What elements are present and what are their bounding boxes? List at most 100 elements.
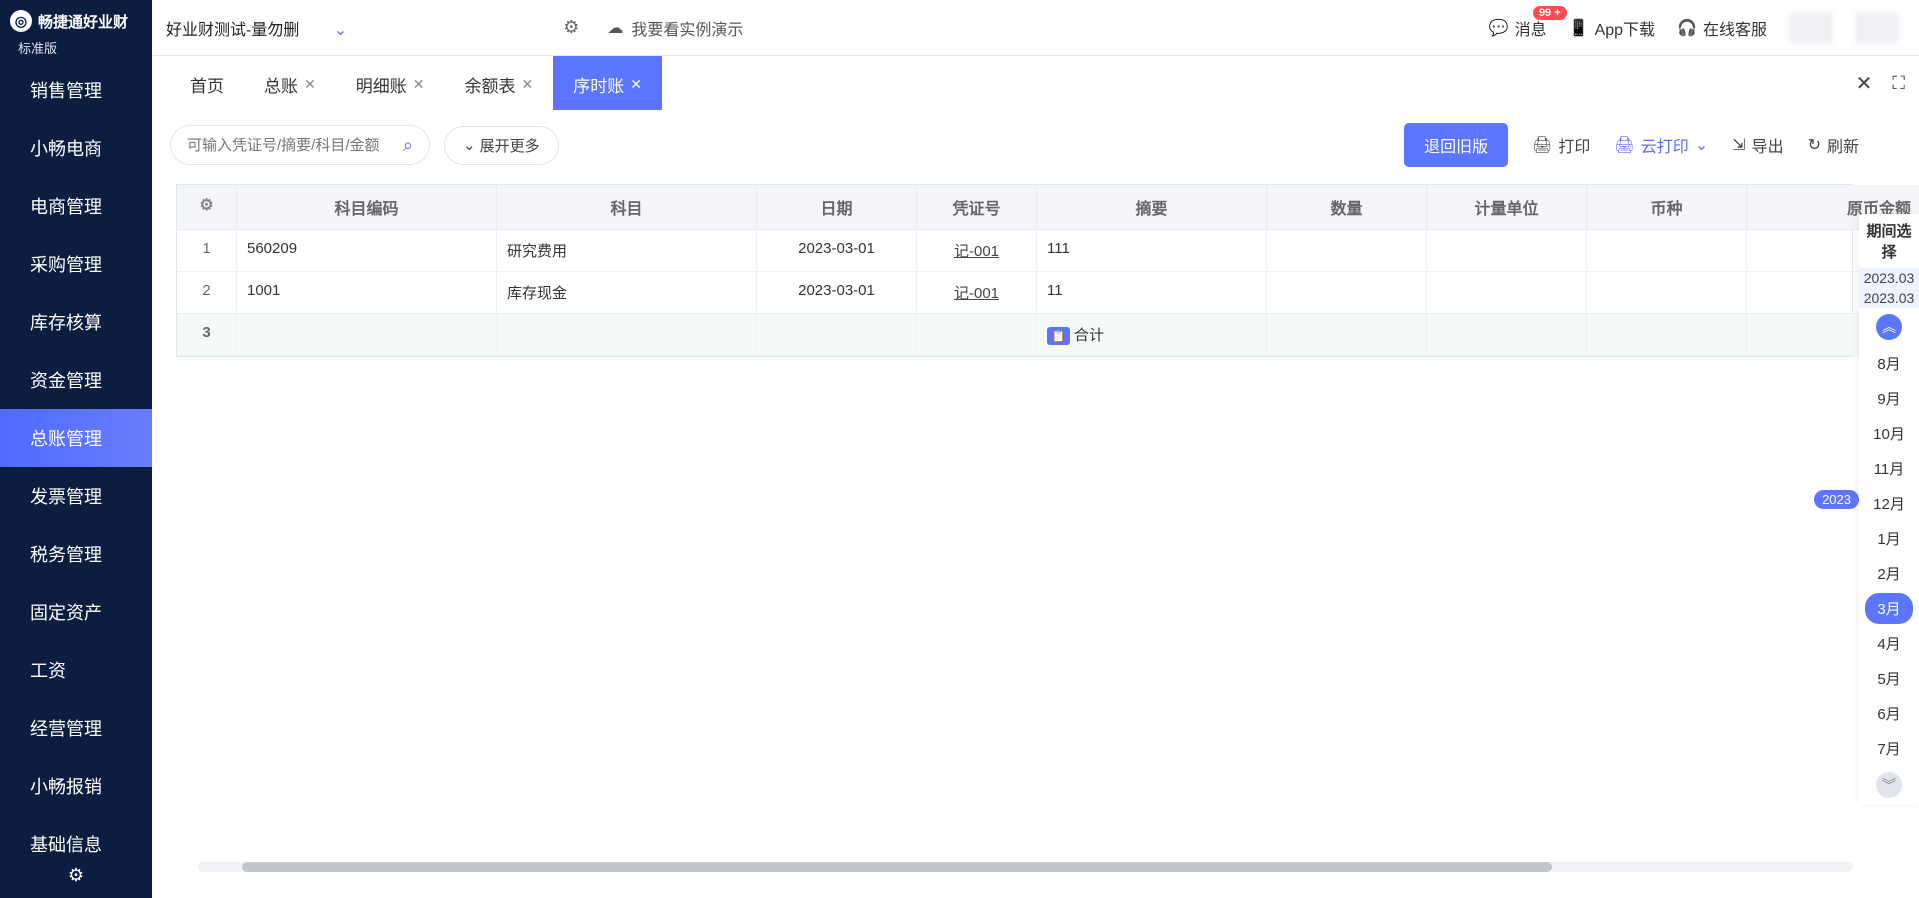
messages-button[interactable]: 💬 消息 99 + xyxy=(1489,16,1547,40)
org-name-text: 好业财测试-量勿删 xyxy=(166,22,299,39)
tab[interactable]: 余额表✕ xyxy=(444,56,553,110)
month-option[interactable]: 3月 xyxy=(1865,593,1913,624)
download-button[interactable]: 📱 App下载 xyxy=(1569,16,1655,40)
close-icon[interactable]: ✕ xyxy=(1856,71,1873,96)
month-option[interactable]: 8月 xyxy=(1859,346,1919,381)
printer-icon: 🖨 xyxy=(1532,135,1552,155)
month-option[interactable]: 12月 xyxy=(1859,486,1919,521)
search-icon[interactable]: ⌕ xyxy=(403,135,413,156)
sidebar-item[interactable]: 经营管理 xyxy=(0,699,152,757)
brand-text: 畅捷通好业财 xyxy=(38,11,128,32)
brand-logo-icon: ◎ xyxy=(10,10,32,32)
chevron-down-icon[interactable]: ⌄ xyxy=(334,22,347,39)
period-title: 期间选择 xyxy=(1859,214,1919,268)
avatar-alt[interactable] xyxy=(1855,13,1899,43)
nav-list: 销售管理小畅电商电商管理采购管理库存核算资金管理总账管理发票管理税务管理固定资产… xyxy=(0,61,152,873)
phone-icon: 📱 xyxy=(1569,18,1589,38)
period-to[interactable]: 2023.03 xyxy=(1859,288,1919,308)
header: 好业财测试-量勿删 ⌄ ⚙ ☁ 我要看实例演示 💬 消息 99 + 📱 App下… xyxy=(152,0,1919,56)
tab-close-icon[interactable]: ✕ xyxy=(630,76,642,93)
tabs-right: ✕ ⛶ xyxy=(1856,71,1919,96)
chevron-down-icon[interactable]: ︾ xyxy=(1876,772,1902,798)
month-option[interactable]: 9月 xyxy=(1859,381,1919,416)
col-voucher[interactable]: 凭证号 xyxy=(917,185,1037,230)
export-button[interactable]: ⇲ 导出 xyxy=(1732,133,1783,157)
month-option[interactable]: 1月 xyxy=(1859,521,1919,556)
month-option[interactable]: 4月 xyxy=(1859,626,1919,661)
tab[interactable]: 明细账✕ xyxy=(336,56,445,110)
tab-close-icon[interactable]: ✕ xyxy=(521,76,533,93)
table-row[interactable]: 1560209研究费用2023-03-01记-001111 xyxy=(177,230,1852,272)
period-from[interactable]: 2023.03 xyxy=(1859,268,1919,288)
col-subject[interactable]: 科目 xyxy=(497,185,757,230)
month-option[interactable]: 7月 xyxy=(1859,731,1919,766)
search-input[interactable] xyxy=(187,137,403,154)
expand-more-button[interactable]: ⌄ 展开更多 xyxy=(444,126,559,165)
cell-subject: 库存现金 xyxy=(497,272,757,314)
col-unit[interactable]: 计量单位 xyxy=(1427,185,1587,230)
cell-qty xyxy=(1267,230,1427,272)
column-settings-icon[interactable]: ⚙ xyxy=(177,185,237,230)
scrollbar-thumb[interactable] xyxy=(242,862,1552,872)
col-currency[interactable]: 币种 xyxy=(1587,185,1747,230)
settings-icon[interactable]: ⚙ xyxy=(563,17,579,38)
old-version-button[interactable]: 退回旧版 xyxy=(1404,123,1508,167)
sidebar-item[interactable]: 工资 xyxy=(0,641,152,699)
sidebar-item[interactable]: 固定资产 xyxy=(0,583,152,641)
cell-currency xyxy=(1587,230,1747,272)
sidebar-item[interactable]: 小畅报销 xyxy=(0,757,152,815)
avatar[interactable] xyxy=(1789,13,1833,43)
tab-close-icon[interactable]: ✕ xyxy=(413,76,425,93)
sidebar-item[interactable]: 发票管理 xyxy=(0,467,152,525)
month-option[interactable]: 11月 xyxy=(1859,451,1919,486)
sidebar-item[interactable]: 电商管理 xyxy=(0,177,152,235)
messages-badge: 99 + xyxy=(1533,6,1567,20)
fullscreen-icon[interactable]: ⛶ xyxy=(1892,73,1905,94)
sidebar-item[interactable]: 小畅电商 xyxy=(0,119,152,177)
horizontal-scrollbar[interactable] xyxy=(198,862,1853,872)
cell-summary: 11 xyxy=(1037,272,1267,314)
total-unit xyxy=(1427,314,1587,356)
tab[interactable]: 总账✕ xyxy=(244,56,336,110)
month-option[interactable]: 5月 xyxy=(1859,661,1919,696)
toolbar-right: 退回旧版 🖨 打印 🖨 云打印 ⌄ ⇲ 导出 ↻ 刷新 xyxy=(1404,123,1859,167)
chevron-down-icon: ⌄ xyxy=(1695,135,1708,155)
col-date[interactable]: 日期 xyxy=(757,185,917,230)
month-option[interactable]: 6月 xyxy=(1859,696,1919,731)
month-option[interactable]: 2月 xyxy=(1859,556,1919,591)
grid-header: ⚙ 科目编码 科目 日期 凭证号 摘要 数量 计量单位 币种 原币金额 xyxy=(177,185,1852,230)
cell-voucher[interactable]: 记-001 xyxy=(917,230,1037,272)
period-panel: 期间选择 2023.03 2023.03 ︽ 8月9月10月11月12月1月2月… xyxy=(1859,214,1919,804)
support-label: 在线客服 xyxy=(1703,16,1767,40)
sidebar-item[interactable]: 税务管理 xyxy=(0,525,152,583)
cloud-print-button[interactable]: 🖨 云打印 ⌄ xyxy=(1614,133,1708,157)
sidebar-item[interactable]: 库存核算 xyxy=(0,293,152,351)
tab[interactable]: 首页 xyxy=(170,56,244,110)
sidebar-item[interactable]: 总账管理 xyxy=(0,409,152,467)
month-option[interactable]: 10月 xyxy=(1859,416,1919,451)
gear-icon[interactable]: ⚙ xyxy=(0,865,152,886)
org-selector[interactable]: 好业财测试-量勿删 ⌄ xyxy=(166,16,347,40)
col-qty[interactable]: 数量 xyxy=(1267,185,1427,230)
tab[interactable]: 序时账✕ xyxy=(553,56,662,110)
sidebar-item[interactable]: 采购管理 xyxy=(0,235,152,293)
col-code[interactable]: 科目编码 xyxy=(237,185,497,230)
tabs-list: 首页总账✕明细账✕余额表✕序时账✕ xyxy=(170,56,662,110)
sidebar-item[interactable]: 销售管理 xyxy=(0,61,152,119)
demo-link[interactable]: ☁ 我要看实例演示 xyxy=(607,16,743,40)
cell-subject: 研究费用 xyxy=(497,230,757,272)
total-idx: 3 xyxy=(177,314,237,356)
cell-voucher[interactable]: 记-001 xyxy=(917,272,1037,314)
table-row[interactable]: 21001库存现金2023-03-01记-00111 xyxy=(177,272,1852,314)
chevron-up-icon[interactable]: ︽ xyxy=(1876,314,1902,340)
support-button[interactable]: 🎧 在线客服 xyxy=(1677,16,1767,40)
refresh-button[interactable]: ↻ 刷新 xyxy=(1808,133,1859,157)
print-button[interactable]: 🖨 打印 xyxy=(1532,133,1590,157)
total-subject xyxy=(497,314,757,356)
sidebar-item[interactable]: 资金管理 xyxy=(0,351,152,409)
cell-summary: 111 xyxy=(1037,230,1267,272)
total-summary: 📋合计 xyxy=(1037,314,1267,356)
tab-close-icon[interactable]: ✕ xyxy=(304,76,316,93)
col-summary[interactable]: 摘要 xyxy=(1037,185,1267,230)
total-currency xyxy=(1587,314,1747,356)
